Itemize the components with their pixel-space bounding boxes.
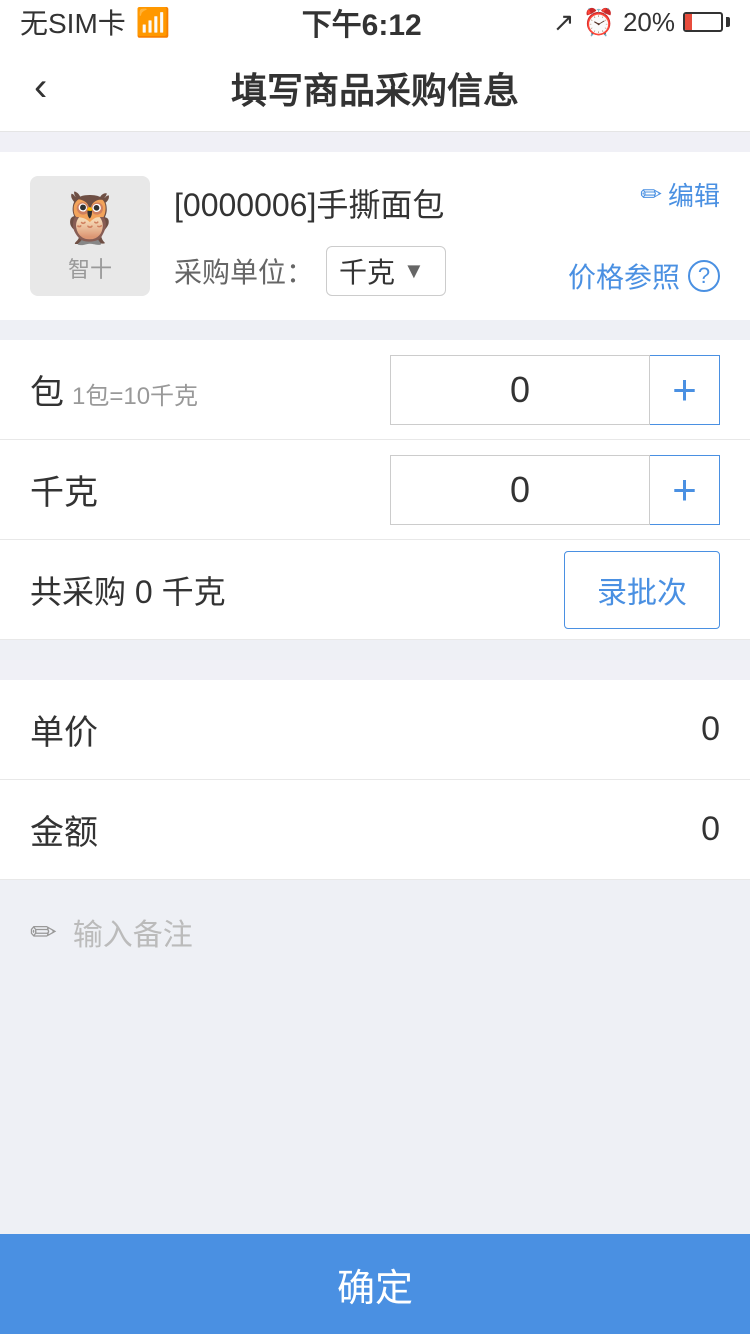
unit-price-value: 0: [701, 710, 720, 749]
status-time: 下午6:12: [302, 0, 422, 44]
unit-price-label: 单价: [30, 705, 701, 754]
amount-label: 金额: [30, 805, 701, 854]
amount-value: 0: [701, 810, 720, 849]
section-divider-1: [0, 320, 750, 340]
status-left: 无SIM卡 📶: [20, 2, 171, 42]
pencil-icon: ✏: [30, 913, 57, 951]
back-button[interactable]: ‹: [24, 55, 57, 120]
summary-label: 共采购 0 千克: [30, 567, 564, 613]
bao-value: 0: [510, 369, 530, 411]
edit-icon: ✏: [640, 179, 662, 210]
location-icon: ↗: [553, 7, 575, 38]
unit-dropdown[interactable]: 千克 ▼: [326, 246, 446, 296]
product-brand-label: 智十: [68, 252, 112, 284]
record-batch-button[interactable]: 录批次: [564, 551, 720, 629]
summary-row: 共采购 0 千克 录批次: [0, 540, 750, 640]
carrier-label: 无SIM卡: [20, 2, 126, 42]
bao-sublabel: 1包=10千克: [72, 383, 198, 410]
price-ref-button[interactable]: 价格参照 ?: [568, 256, 720, 296]
status-right: ↗ ⏰ 20%: [553, 7, 730, 38]
edit-button[interactable]: ✏ 编辑: [640, 176, 720, 213]
bao-label: 包1包=10千克: [30, 365, 198, 414]
bao-plus-button[interactable]: +: [650, 355, 720, 425]
product-image: 🦉 智十: [30, 176, 150, 296]
wifi-icon: 📶: [136, 6, 171, 39]
help-icon: ?: [688, 260, 720, 292]
section-divider-2: [0, 640, 750, 660]
note-placeholder: 输入备注: [73, 910, 193, 954]
price-section: 单价 0 金额 0: [0, 680, 750, 880]
chevron-down-icon: ▼: [403, 258, 425, 284]
unit-value: 千克: [339, 251, 395, 291]
note-section[interactable]: ✏ 输入备注: [0, 880, 750, 984]
battery-icon: [683, 12, 730, 32]
bao-input-row: 包1包=10千克 0 +: [0, 340, 750, 440]
confirm-button[interactable]: 确定: [0, 1234, 750, 1334]
unit-price-row: 单价 0: [0, 680, 750, 780]
product-card: 🦉 智十 [0000006]手撕面包 采购单位： 千克 ▼ ✏ 编辑 价格参照 …: [0, 152, 750, 320]
product-image-icon: 🦉: [59, 189, 121, 248]
edit-label: 编辑: [668, 176, 720, 213]
page-title: 填写商品采购信息: [231, 62, 519, 114]
nav-bar: ‹ 填写商品采购信息: [0, 44, 750, 132]
alarm-icon: ⏰: [583, 7, 615, 38]
price-ref-label: 价格参照: [568, 256, 680, 296]
kg-value: 0: [510, 469, 530, 511]
kg-label: 千克: [30, 465, 150, 514]
product-name: [0000006]手撕面包: [174, 180, 720, 226]
battery-percent: 20%: [623, 7, 675, 38]
kg-input[interactable]: 0: [390, 455, 650, 525]
unit-label: 采购单位：: [174, 251, 314, 291]
bao-input[interactable]: 0: [390, 355, 650, 425]
input-section: 包1包=10千克 0 + 千克 0 +: [0, 340, 750, 540]
kg-input-row: 千克 0 +: [0, 440, 750, 540]
amount-row: 金额 0: [0, 780, 750, 880]
kg-plus-button[interactable]: +: [650, 455, 720, 525]
status-bar: 无SIM卡 📶 下午6:12 ↗ ⏰ 20%: [0, 0, 750, 44]
